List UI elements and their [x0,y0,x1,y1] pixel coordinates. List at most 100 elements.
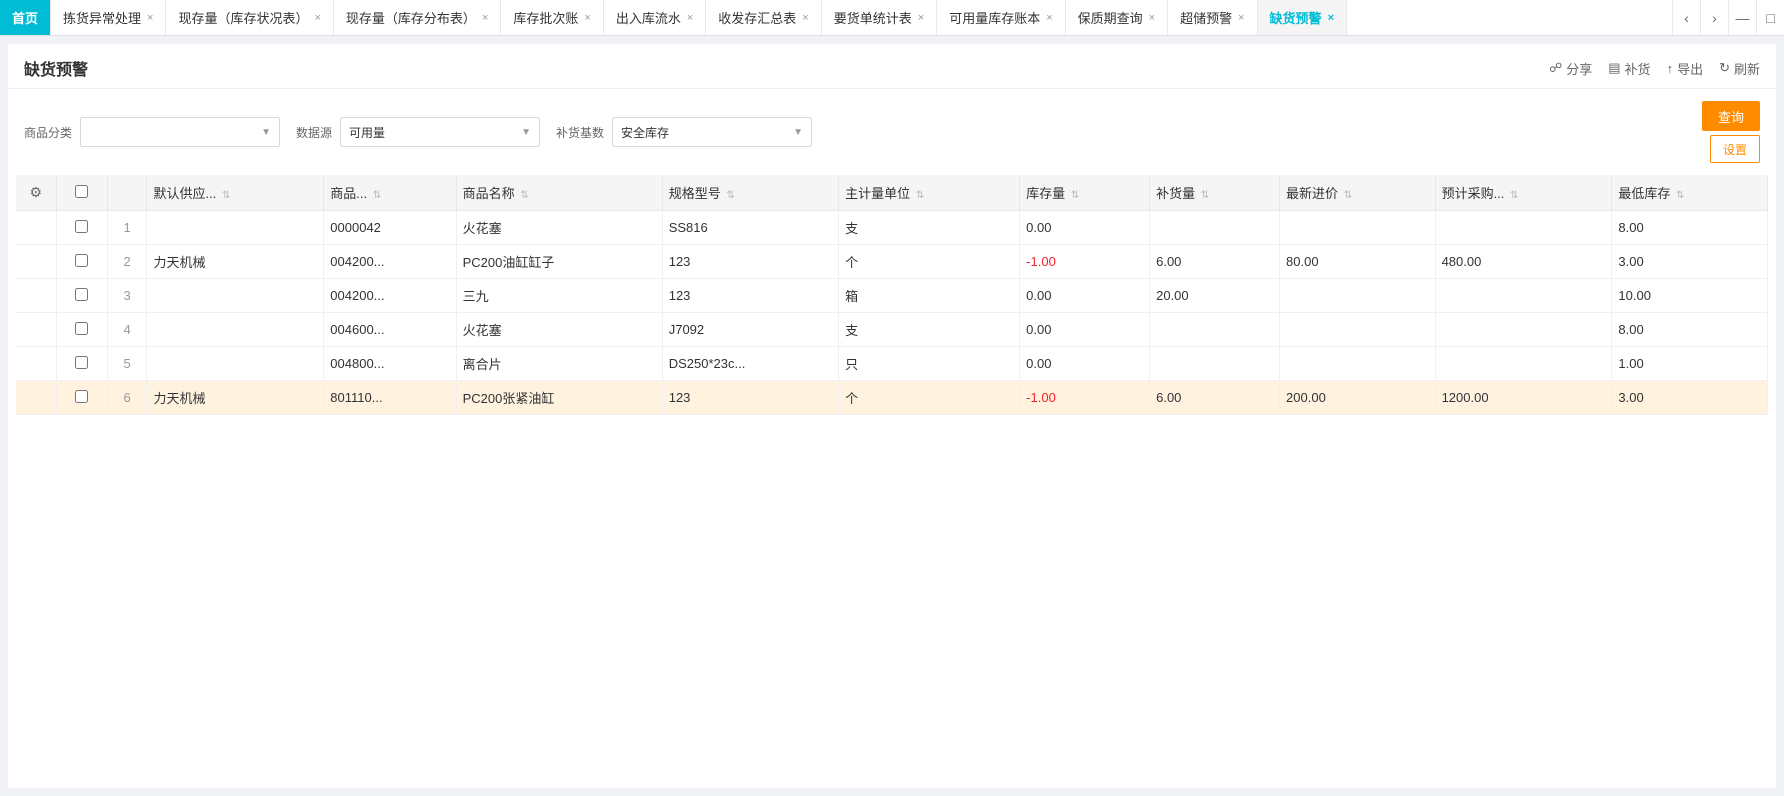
tab-4[interactable]: 库存批次账 × [501,0,603,36]
settings-button[interactable]: 设置 [1710,135,1760,163]
col-stock-label: 库存量 [1026,186,1065,201]
query-button[interactable]: 查询 [1702,101,1760,131]
col-settings[interactable]: ⚙ [16,175,56,211]
replenish-button[interactable]: ▤ 补货 [1608,59,1650,78]
row-checkbox-cell[interactable] [56,245,107,279]
tab-8[interactable]: 可用量库存账本 × [937,0,1065,36]
col-est-purchase-header[interactable]: 预计采购... ⇅ [1435,175,1612,211]
tab-7-close[interactable]: × [918,12,924,24]
column-settings-icon[interactable]: ⚙ [29,184,42,200]
tab-1-close[interactable]: × [147,12,153,24]
row-supplier-cell [147,347,324,381]
col-min-stock-label: 最低库存 [1618,186,1670,201]
row-num-cell: 1 [107,211,147,245]
tab-minimize-button[interactable]: — [1728,0,1756,36]
tab-7[interactable]: 要货单统计表 × [822,0,937,36]
row-checkbox[interactable] [75,356,88,369]
replenish-label: 补货 [1625,59,1651,78]
row-stock-cell: 0.00 [1020,347,1150,381]
row-checkbox-cell[interactable] [56,279,107,313]
replenish-base-select[interactable]: 安全库存 ▼ [612,117,812,147]
tab-3[interactable]: 现存量（库存分布表） × [334,0,501,36]
tab-6-label: 收发存汇总表 [718,8,796,27]
row-checkbox-cell[interactable] [56,211,107,245]
row-replenish-cell: 6.00 [1150,245,1280,279]
row-code-cell: 801110... [324,381,456,415]
row-checkbox-cell[interactable] [56,347,107,381]
tab-11-close[interactable]: × [1328,12,1334,24]
row-min-stock-cell: 8.00 [1612,313,1768,347]
row-latest-price-cell [1280,347,1436,381]
tab-3-label: 现存量（库存分布表） [346,8,476,27]
row-checkbox[interactable] [75,220,88,233]
export-button[interactable]: ↑ 导出 [1667,59,1704,78]
row-num-cell: 4 [107,313,147,347]
col-checkbox-header[interactable] [56,175,107,211]
tab-10-close[interactable]: × [1238,12,1244,24]
row-stock-cell: 0.00 [1020,313,1150,347]
col-min-stock-header[interactable]: 最低库存 ⇅ [1612,175,1768,211]
tab-2-close[interactable]: × [314,12,320,24]
datasource-select[interactable]: 可用量 ▼ [340,117,540,147]
category-select[interactable]: ▼ [80,117,280,147]
tab-5[interactable]: 出入库流水 × [604,0,706,36]
row-checkbox-cell[interactable] [56,381,107,415]
row-settings-cell [16,211,56,245]
row-latest-price-cell: 200.00 [1280,381,1436,415]
tab-10[interactable]: 超储预警 × [1168,0,1257,36]
tab-6[interactable]: 收发存汇总表 × [706,0,821,36]
row-unit-cell: 箱 [839,279,1020,313]
col-latest-price-header[interactable]: 最新进价 ⇅ [1280,175,1436,211]
col-unit-header[interactable]: 主计量单位 ⇅ [839,175,1020,211]
row-stock-cell: -1.00 [1020,381,1150,415]
tab-2[interactable]: 现存量（库存状况表） × [166,0,333,36]
col-name-header[interactable]: 商品名称 ⇅ [456,175,662,211]
tab-next-button[interactable]: › [1700,0,1728,36]
tab-8-close[interactable]: × [1046,12,1052,24]
page-title: 缺货预警 [24,56,88,80]
row-name-cell: 离合片 [456,347,662,381]
col-replenish-header[interactable]: 补货量 ⇅ [1150,175,1280,211]
min-stock-sort-icon: ⇅ [1676,190,1684,201]
col-supplier-label: 默认供应... [153,186,216,201]
col-code-header[interactable]: 商品... ⇅ [324,175,456,211]
row-est-purchase-cell [1435,347,1612,381]
row-name-cell: 火花塞 [456,211,662,245]
stock-sort-icon: ⇅ [1071,190,1079,201]
tab-home[interactable]: 首页 [0,0,51,36]
share-label: 分享 [1566,59,1592,78]
select-all-checkbox[interactable] [75,185,88,198]
tab-3-close[interactable]: × [482,12,488,24]
row-replenish-cell: 6.00 [1150,381,1280,415]
row-checkbox[interactable] [75,390,88,403]
replenish-base-filter-group: 补货基数 安全库存 ▼ [556,117,812,147]
tab-11[interactable]: 缺货预警 × [1258,0,1347,36]
row-supplier-cell [147,313,324,347]
tab-prev-button[interactable]: ‹ [1672,0,1700,36]
table-body: 1 0000042 火花塞 SS816 支 0.00 8.00 2 力天机械 0… [16,211,1768,415]
col-spec-header[interactable]: 规格型号 ⇅ [662,175,838,211]
tab-5-close[interactable]: × [687,12,693,24]
col-name-label: 商品名称 [463,186,515,201]
table-row: 3 004200... 三九 123 箱 0.00 20.00 10.00 [16,279,1768,313]
tab-9[interactable]: 保质期查询 × [1066,0,1168,36]
refresh-button[interactable]: ↻ 刷新 [1719,59,1760,78]
datasource-dropdown-icon: ▼ [521,127,531,138]
datasource-select-text: 可用量 [349,124,513,141]
col-stock-header[interactable]: 库存量 ⇅ [1020,175,1150,211]
col-supplier-header[interactable]: 默认供应... ⇅ [147,175,324,211]
tab-6-close[interactable]: × [802,12,808,24]
tab-7-label: 要货单统计表 [834,8,912,27]
tab-4-close[interactable]: × [584,12,590,24]
tab-maximize-button[interactable]: □ [1756,0,1784,36]
col-unit-label: 主计量单位 [845,186,910,201]
row-checkbox[interactable] [75,288,88,301]
table-row: 5 004800... 离合片 DS250*23c... 只 0.00 1.00 [16,347,1768,381]
row-checkbox-cell[interactable] [56,313,107,347]
row-est-purchase-cell [1435,211,1612,245]
tab-9-close[interactable]: × [1149,12,1155,24]
row-checkbox[interactable] [75,322,88,335]
row-checkbox[interactable] [75,254,88,267]
share-button[interactable]: ☍ 分享 [1549,59,1592,78]
tab-1[interactable]: 拣货异常处理 × [51,0,166,36]
